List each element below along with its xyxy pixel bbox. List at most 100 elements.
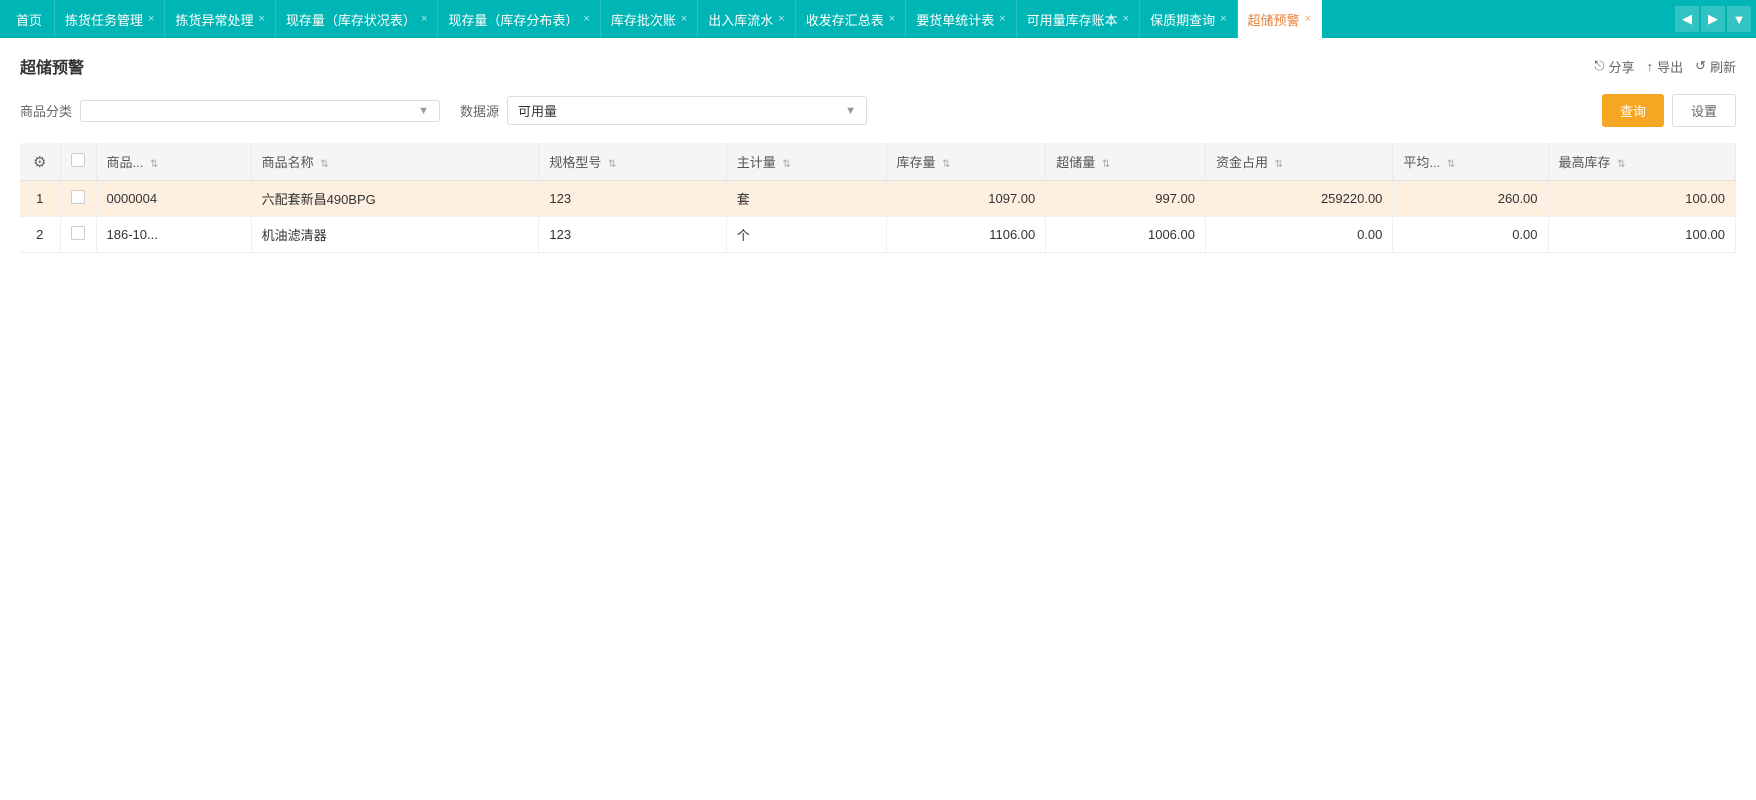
tab-8[interactable]: 要货单统计表 ×	[906, 0, 1016, 38]
tab-3[interactable]: 现存量（库存状况表） ×	[276, 0, 438, 38]
col-name-label: 商品名称	[262, 155, 314, 170]
filter-row: 商品分类 ▼ 数据源 可用量 ▼ 查询 设置	[20, 94, 1736, 127]
datasource-label: 数据源	[460, 101, 499, 120]
nav-prev-button[interactable]: ◀	[1675, 6, 1699, 32]
col-avg[interactable]: 平均... ⇅	[1393, 143, 1548, 181]
tab-close[interactable]: ×	[1123, 13, 1129, 25]
sort-icon: ⇅	[942, 159, 950, 170]
nav-home[interactable]: 首页	[4, 0, 55, 38]
chevron-down-icon: ▼	[845, 105, 856, 117]
tab-label: 可用量库存账本	[1027, 10, 1118, 29]
tab-label: 要货单统计表	[916, 10, 994, 29]
tab-2[interactable]: 拣货异常处理 ×	[165, 0, 275, 38]
tab-10[interactable]: 保质期查询 ×	[1140, 0, 1237, 38]
refresh-button[interactable]: ↺ 刷新	[1695, 57, 1736, 76]
row-checkbox[interactable]	[71, 226, 85, 240]
tab-close[interactable]: ×	[889, 13, 895, 25]
row-over: 1006.00	[1046, 217, 1206, 253]
sort-icon: ⇅	[1275, 159, 1283, 170]
row-capital: 259220.00	[1205, 181, 1392, 217]
col-code[interactable]: 商品... ⇅	[96, 143, 251, 181]
col-capital-label: 资金占用	[1216, 155, 1268, 170]
tab-close[interactable]: ×	[583, 13, 589, 25]
row-name: 机油滤清器	[251, 217, 539, 253]
col-spec[interactable]: 规格型号 ⇅	[539, 143, 726, 181]
refresh-label: 刷新	[1710, 57, 1736, 76]
share-label: 分享	[1609, 57, 1635, 76]
header-actions: ⎋ 分享 ↑ 导出 ↺ 刷新	[1594, 57, 1736, 76]
col-over[interactable]: 超储量 ⇅	[1046, 143, 1206, 181]
row-unit: 个	[726, 217, 886, 253]
row-spec: 123	[539, 217, 726, 253]
tab-label: 拣货任务管理	[65, 10, 143, 29]
col-max[interactable]: 最高库存 ⇅	[1548, 143, 1735, 181]
category-label: 商品分类	[20, 101, 72, 120]
tab-close[interactable]: ×	[1305, 13, 1311, 25]
tab-5[interactable]: 库存批次账 ×	[601, 0, 698, 38]
col-over-label: 超储量	[1056, 155, 1095, 170]
tab-close[interactable]: ×	[148, 13, 154, 25]
export-icon: ↑	[1647, 59, 1654, 74]
checkbox-col-header[interactable]	[60, 143, 96, 181]
tab-label: 现存量（库存分布表）	[448, 10, 578, 29]
header-checkbox[interactable]	[71, 153, 85, 167]
row-checkbox[interactable]	[71, 190, 85, 204]
sort-icon: ⇅	[320, 159, 328, 170]
row-checkbox-cell[interactable]	[60, 217, 96, 253]
top-nav: 首页 拣货任务管理 × 拣货异常处理 × 现存量（库存状况表） × 现存量（库存…	[0, 0, 1756, 38]
page-title: 超储预警	[20, 54, 84, 78]
nav-next-button[interactable]: ▶	[1701, 6, 1725, 32]
table-row: 1 0000004 六配套新昌490BPG 123 套 1097.00 997.…	[20, 181, 1736, 217]
page-content: 超储预警 ⎋ 分享 ↑ 导出 ↺ 刷新 商品分类 ▼ 数据源	[0, 38, 1756, 800]
row-max: 100.00	[1548, 181, 1735, 217]
tab-6[interactable]: 出入库流水 ×	[698, 0, 795, 38]
tab-close[interactable]: ×	[778, 13, 784, 25]
nav-more-button[interactable]: ▼	[1727, 6, 1751, 32]
sort-icon: ⇅	[782, 159, 790, 170]
row-num: 2	[20, 217, 60, 253]
page-header: 超储预警 ⎋ 分享 ↑ 导出 ↺ 刷新	[20, 54, 1736, 78]
row-avg: 0.00	[1393, 217, 1548, 253]
col-unit[interactable]: 主计量 ⇅	[726, 143, 886, 181]
row-capital: 0.00	[1205, 217, 1392, 253]
tab-label: 保质期查询	[1150, 10, 1215, 29]
tab-close[interactable]: ×	[421, 13, 427, 25]
export-button[interactable]: ↑ 导出	[1647, 57, 1684, 76]
row-stock: 1106.00	[886, 217, 1046, 253]
col-capital[interactable]: 资金占用 ⇅	[1205, 143, 1392, 181]
tab-label: 库存批次账	[611, 10, 676, 29]
table-row: 2 186-10... 机油滤清器 123 个 1106.00 1006.00 …	[20, 217, 1736, 253]
datasource-filter-group: 数据源 可用量 ▼	[460, 96, 867, 125]
share-button[interactable]: ⎋ 分享	[1594, 57, 1634, 76]
tab-close[interactable]: ×	[258, 13, 264, 25]
col-stock-label: 库存量	[897, 155, 936, 170]
row-checkbox-cell[interactable]	[60, 181, 96, 217]
tab-label: 现存量（库存状况表）	[286, 10, 416, 29]
col-name[interactable]: 商品名称 ⇅	[251, 143, 539, 181]
tab-label: 出入库流水	[708, 10, 773, 29]
settings-button[interactable]: 设置	[1672, 94, 1736, 127]
datasource-value: 可用量	[518, 101, 557, 120]
settings-col-header[interactable]: ⚙	[20, 143, 60, 181]
col-stock[interactable]: 库存量 ⇅	[886, 143, 1046, 181]
tab-7[interactable]: 收发存汇总表 ×	[796, 0, 906, 38]
tab-1[interactable]: 拣货任务管理 ×	[55, 0, 165, 38]
row-code: 186-10...	[96, 217, 251, 253]
tab-close[interactable]: ×	[999, 13, 1005, 25]
col-unit-label: 主计量	[737, 155, 776, 170]
row-spec: 123	[539, 181, 726, 217]
sort-icon: ⇅	[1617, 159, 1625, 170]
row-stock: 1097.00	[886, 181, 1046, 217]
tab-9[interactable]: 可用量库存账本 ×	[1017, 0, 1140, 38]
category-select[interactable]: ▼	[80, 100, 440, 122]
share-icon: ⎋	[1594, 58, 1604, 74]
data-table: ⚙ 商品... ⇅ 商品名称 ⇅ 规格型号 ⇅ 主计量	[20, 143, 1736, 253]
sort-icon: ⇅	[608, 159, 616, 170]
tab-close[interactable]: ×	[1220, 13, 1226, 25]
datasource-select[interactable]: 可用量 ▼	[507, 96, 867, 125]
query-button[interactable]: 查询	[1602, 94, 1664, 127]
tab-close[interactable]: ×	[681, 13, 687, 25]
tab-11-active[interactable]: 超储预警 ×	[1238, 0, 1322, 38]
col-avg-label: 平均...	[1403, 155, 1440, 170]
tab-4[interactable]: 现存量（库存分布表） ×	[438, 0, 600, 38]
